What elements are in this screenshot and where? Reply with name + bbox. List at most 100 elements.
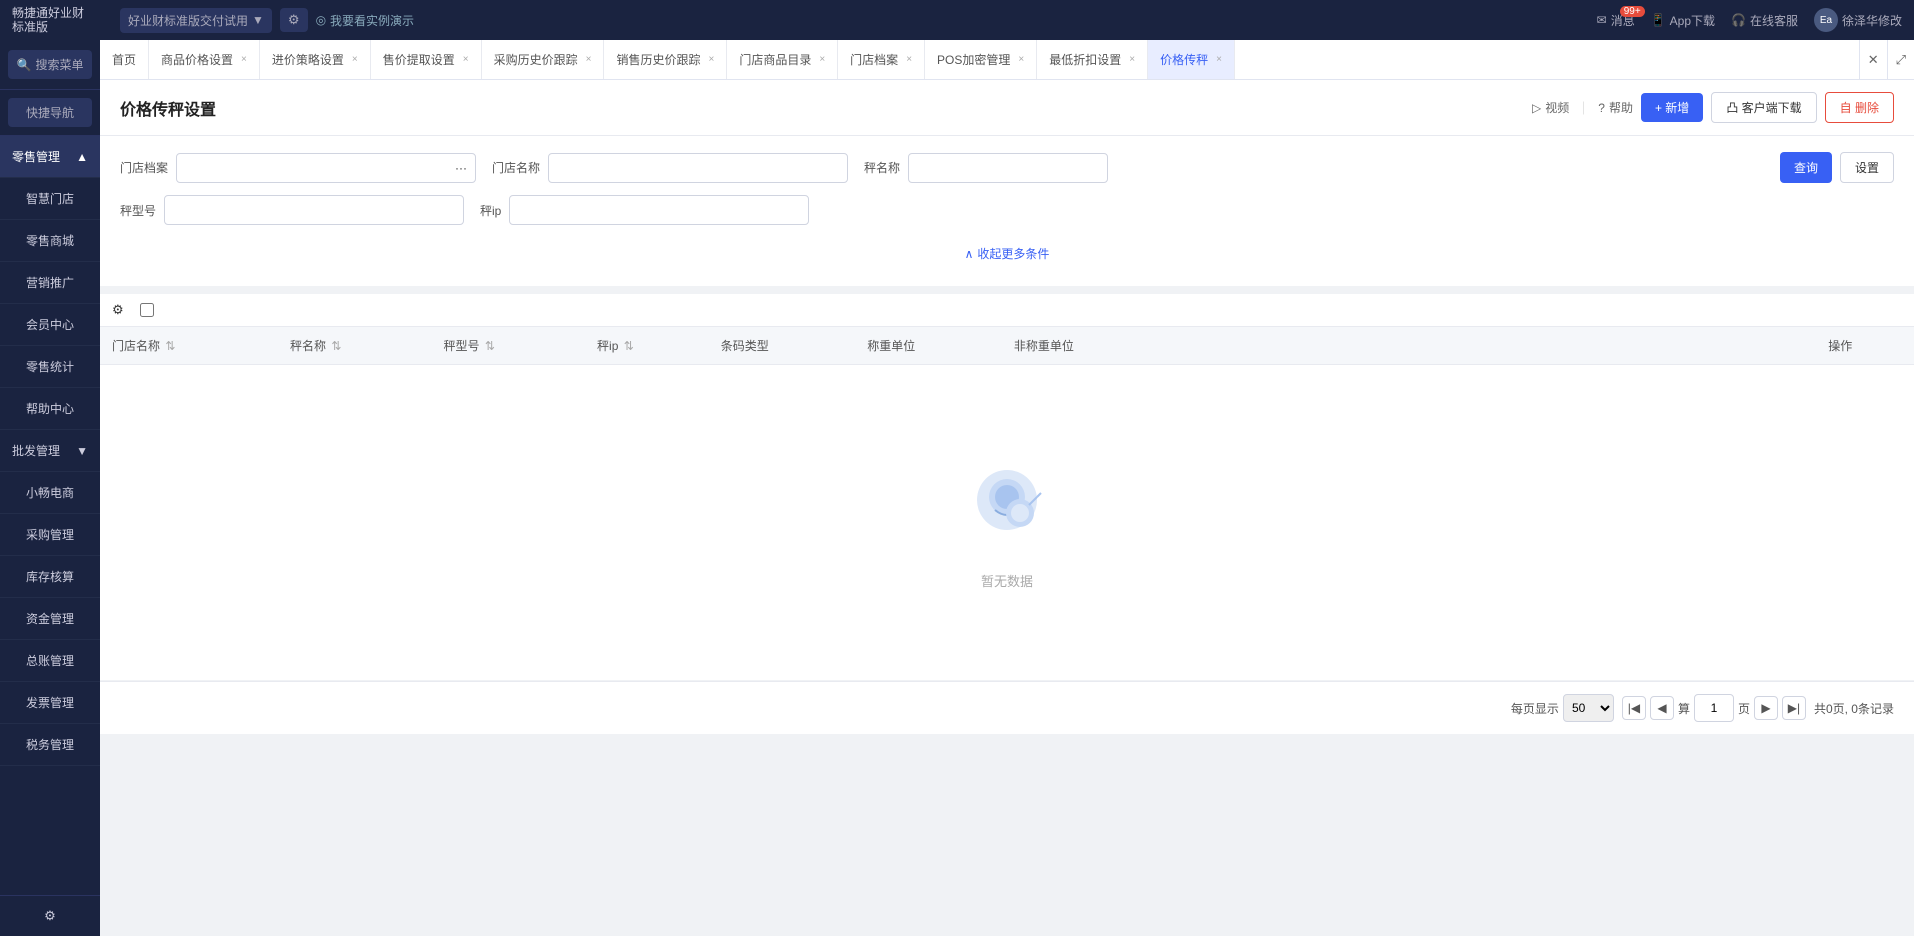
delete-label: 自 删除: [1840, 99, 1879, 116]
select-all-checkbox[interactable]: [140, 303, 154, 317]
tab-store-archive[interactable]: 门店档案 ×: [838, 40, 925, 80]
sidebar-item-marketing[interactable]: 营销推广: [0, 262, 100, 304]
empty-state-icon: [957, 455, 1057, 555]
tab-store-catalog[interactable]: 门店商品目录 ×: [727, 40, 838, 80]
version-select[interactable]: 好业财标准版交付试用 ▼: [120, 8, 272, 33]
tab-pos-mgmt[interactable]: POS加密管理 ×: [925, 40, 1037, 80]
sort-icon-store-name[interactable]: ⇅: [165, 339, 175, 353]
online-service-button[interactable]: 🎧 在线客服: [1731, 12, 1798, 29]
collapse-button[interactable]: ∧ 收起更多条件: [965, 245, 1050, 262]
col-store-name: 门店名称 ⇅: [100, 327, 278, 365]
app-download-button[interactable]: 📱 App下载: [1651, 12, 1715, 29]
settings-gear-button[interactable]: ⚙: [280, 8, 308, 32]
page-content: 价格传秤设置 ▷ 视频 ｜ ? 帮助 + 新增: [100, 80, 1914, 936]
page-prev-button[interactable]: ◀: [1650, 696, 1674, 720]
sidebar-item-member-center[interactable]: 会员中心: [0, 304, 100, 346]
tab-sale-extract-close[interactable]: ×: [463, 54, 469, 65]
page-next-button[interactable]: ▶: [1754, 696, 1778, 720]
messages-button[interactable]: ✉ 消息 99+: [1597, 12, 1635, 29]
tab-sale-history[interactable]: 销售历史价跟踪 ×: [604, 40, 727, 80]
sidebar-item-finance[interactable]: 资金管理: [0, 598, 100, 640]
top-bar-right: ✉ 消息 99+ 📱 App下载 🎧 在线客服 Ea 徐泽华修改: [1597, 8, 1902, 32]
page-header: 价格传秤设置 ▷ 视频 ｜ ? 帮助 + 新增: [100, 80, 1914, 136]
top-bar-middle: 好业财标准版交付试用 ▼ ⚙ ◎ 我要看实例演示: [112, 8, 1597, 33]
tab-home[interactable]: 首页: [100, 40, 149, 80]
tab-sale-history-close[interactable]: ×: [708, 54, 714, 65]
page-last-button[interactable]: ▶|: [1782, 696, 1806, 720]
help-label: 帮助: [1609, 99, 1633, 116]
tab-purchase-strategy-close[interactable]: ×: [352, 54, 358, 65]
sort-icon-scale-model[interactable]: ⇅: [485, 339, 495, 353]
sidebar-item-retail-mall[interactable]: 零售商城: [0, 220, 100, 262]
sidebar-item-invoice-mgmt[interactable]: 发票管理: [0, 682, 100, 724]
sidebar-item-purchase-mgmt[interactable]: 采购管理: [0, 514, 100, 556]
col-operations-label: 操作: [1828, 339, 1852, 353]
quick-nav-button[interactable]: 快捷导航: [8, 98, 92, 127]
sidebar-item-xiaochang-ecom[interactable]: 小畅电商: [0, 472, 100, 514]
sidebar-item-help-center[interactable]: 帮助中心: [0, 388, 100, 430]
page-first-button[interactable]: |◀: [1622, 696, 1646, 720]
download-button[interactable]: 凸 客户端下载: [1711, 92, 1816, 123]
top-bar-left: 畅捷通好业财 标准版: [12, 6, 112, 35]
sort-icon-scale-ip[interactable]: ⇅: [624, 339, 634, 353]
tab-price-settings-label: 商品价格设置: [161, 51, 233, 68]
table-body: 暂无数据: [100, 365, 1914, 681]
add-button[interactable]: + 新增: [1641, 93, 1703, 122]
demo-link[interactable]: ◎ 我要看实例演示: [316, 12, 415, 29]
filter-store-name: 门店名称: [492, 153, 848, 183]
page-input[interactable]: [1694, 694, 1734, 722]
tab-store-archive-close[interactable]: ×: [906, 54, 912, 65]
download-label: 凸 客户端下载: [1726, 99, 1801, 116]
tab-pos-mgmt-label: POS加密管理: [937, 51, 1010, 68]
store-archive-select[interactable]: ···: [176, 153, 476, 183]
tab-purchase-history-close[interactable]: ×: [586, 54, 592, 65]
filter-settings-button[interactable]: 设置: [1840, 152, 1894, 183]
table-config-button[interactable]: ⚙: [112, 302, 124, 318]
sidebar-item-tax-mgmt[interactable]: 税务管理: [0, 724, 100, 766]
store-name-input[interactable]: [548, 153, 848, 183]
page-size-dropdown[interactable]: 50 10 20 100: [1563, 694, 1614, 722]
tab-price-settings-close[interactable]: ×: [241, 54, 247, 65]
sidebar-item-inventory[interactable]: 库存核算: [0, 556, 100, 598]
help-link[interactable]: ? 帮助: [1598, 99, 1633, 116]
col-store-name-label: 门店名称: [112, 339, 160, 353]
user-info[interactable]: Ea 徐泽华修改: [1814, 8, 1902, 32]
page-total: 共0页, 0条记录: [1814, 700, 1894, 717]
sidebar-item-retail-stats[interactable]: 零售统计: [0, 346, 100, 388]
sidebar-item-general-ledger[interactable]: 总账管理: [0, 640, 100, 682]
tab-price-scale[interactable]: 价格传秤 ×: [1148, 40, 1235, 80]
sort-icon-scale-name[interactable]: ⇅: [331, 339, 341, 353]
tab-close-button[interactable]: ✕: [1859, 40, 1887, 80]
empty-row: 暂无数据: [100, 365, 1914, 681]
query-button[interactable]: 查询: [1780, 152, 1832, 183]
tab-purchase-strategy[interactable]: 进价策略设置 ×: [260, 40, 371, 80]
video-link[interactable]: ▷ 视频: [1532, 99, 1569, 116]
sidebar-search-section: 🔍 搜索菜单: [0, 40, 100, 90]
tab-purchase-history[interactable]: 采购历史价跟踪 ×: [482, 40, 605, 80]
scale-name-input[interactable]: [908, 153, 1108, 183]
sidebar-item-smart-store[interactable]: 智慧门店: [0, 178, 100, 220]
delete-button[interactable]: 自 删除: [1825, 92, 1894, 123]
headset-icon: 🎧: [1731, 13, 1746, 27]
col-scale-name-label: 秤名称: [290, 339, 326, 353]
demo-label: 我要看实例演示: [330, 12, 414, 29]
tab-price-settings[interactable]: 商品价格设置 ×: [149, 40, 260, 80]
sidebar-item-retail-mgmt[interactable]: 零售管理 ▲: [0, 136, 100, 178]
sidebar-item-label: 库存核算: [26, 568, 74, 585]
tab-store-catalog-close[interactable]: ×: [819, 54, 825, 65]
filter-scale-model: 秤型号: [120, 195, 464, 225]
tab-min-discount[interactable]: 最低折扣设置 ×: [1037, 40, 1148, 80]
tab-sale-extract[interactable]: 售价提取设置 ×: [371, 40, 482, 80]
scale-model-input[interactable]: [164, 195, 464, 225]
sidebar-settings-button[interactable]: ⚙: [0, 895, 100, 936]
sidebar-item-wholesale-mgmt[interactable]: 批发管理 ▼: [0, 430, 100, 472]
tab-pos-mgmt-close[interactable]: ×: [1018, 54, 1024, 65]
tab-min-discount-close[interactable]: ×: [1129, 54, 1135, 65]
tab-maximize-button[interactable]: ⤢: [1887, 40, 1914, 80]
tab-price-scale-close[interactable]: ×: [1216, 54, 1222, 65]
scale-ip-input[interactable]: [509, 195, 809, 225]
search-menu-button[interactable]: 🔍 搜索菜单: [8, 50, 92, 79]
col-scale-model: 秤型号 ⇅: [432, 327, 586, 365]
sidebar-item-label: 智慧门店: [26, 190, 74, 207]
tab-bar-actions: ✕ ⤢: [1859, 40, 1914, 80]
